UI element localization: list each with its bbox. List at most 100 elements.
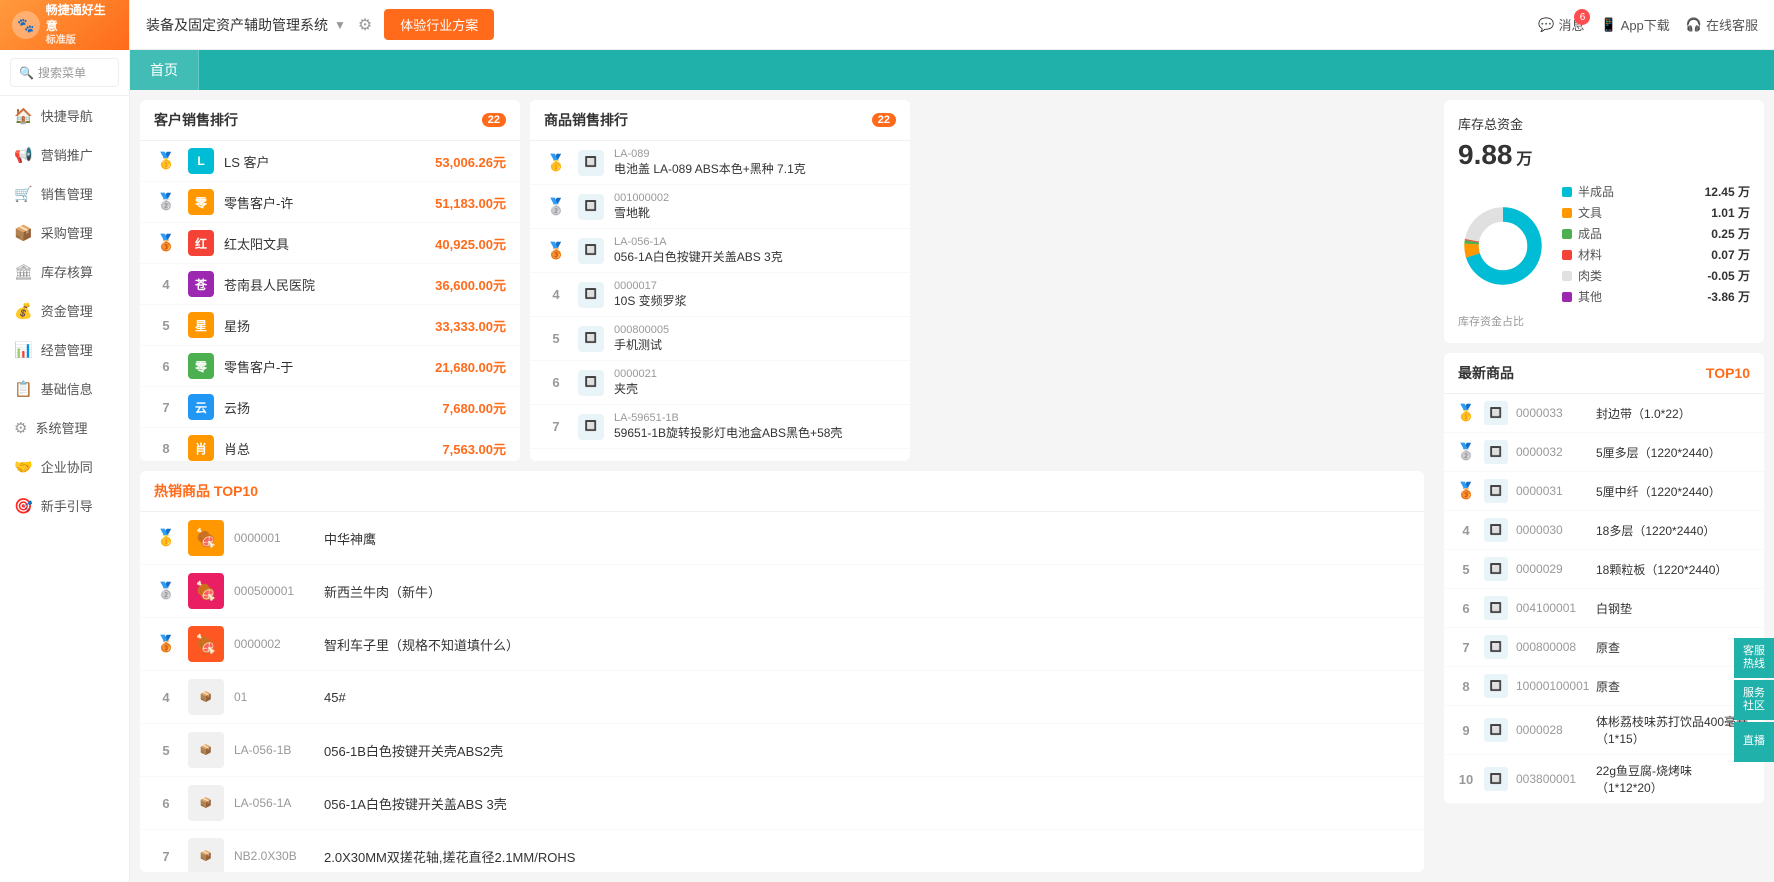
hot-product-item: 🥇 🍖 0000001 中华神鹰 (140, 512, 1424, 565)
hot-products-list: 🥇 🍖 0000001 中华神鹰 🥈 🍖 000500001 新西兰牛肉（新牛）… (140, 512, 1424, 872)
right-sidebar: 库存总资金 9.88 万 (1434, 90, 1774, 882)
legend-item: 文具 1.01 万 (1562, 204, 1750, 221)
sidebar-item-经营管理[interactable]: 📊经营管理 (0, 330, 129, 369)
rank-medal: 4 (154, 277, 178, 292)
inventory-panel: 库存总资金 9.88 万 (1444, 100, 1764, 343)
tab-home[interactable]: 首页 (130, 50, 199, 90)
product-code: 0000030 (1516, 523, 1588, 537)
rank-medal: 🥉 (1456, 481, 1476, 501)
rank-medal: 6 (154, 359, 178, 374)
nav-icon: 📦 (14, 224, 33, 242)
dropdown-arrow-icon: ▼ (334, 18, 346, 32)
legend-item: 半成品 12.45 万 (1562, 183, 1750, 200)
customer-name: 云扬 (224, 398, 432, 417)
logo-text: 畅捷通好生意 标准版 (46, 3, 117, 47)
trial-button[interactable]: 体验行业方案 (384, 9, 494, 40)
legend-label: 文具 (1578, 204, 1705, 221)
rank-medal: 🥇 (154, 528, 178, 548)
float-service-community[interactable]: 服务社区 (1734, 680, 1774, 720)
rank-medal: 🥉 (154, 233, 178, 253)
sidebar-item-销售管理[interactable]: 🛒销售管理 (0, 174, 129, 213)
avatar: 零 (188, 189, 214, 215)
product-name: 056-1A白色按键开关盖ABS 3克 (614, 248, 896, 265)
newest-products-header: 最新商品 TOP10 (1444, 353, 1764, 394)
settings-icon[interactable]: ⚙ (358, 15, 372, 35)
customer-rank-item: 🥈 零 零售客户-许 51,183.00元 (140, 182, 520, 223)
float-customer-service[interactable]: 客服热线 (1734, 638, 1774, 678)
product-icon: 🔲 (1484, 479, 1508, 503)
rank-medal: 4 (544, 287, 568, 302)
legend-label: 其他 (1578, 288, 1701, 305)
product-code: 000800005 (614, 324, 896, 336)
product-rank-item: 5 🔲 000800005 手机测试 (530, 317, 910, 361)
legend-item: 其他 -3.86 万 (1562, 288, 1750, 305)
newest-product-item: 🥉 🔲 0000031 5厘中纤（1220*2440） (1444, 472, 1764, 511)
product-rank-item: 🥉 🔲 LA-056-1A 056-1A白色按键开关盖ABS 3克 (530, 229, 910, 273)
rank-medal: 4 (1456, 523, 1476, 538)
product-name: 体彬荔枝味苏打饮品400毫升（1*15） (1596, 713, 1752, 747)
sidebar-item-系统管理[interactable]: ⚙系统管理 (0, 408, 129, 447)
newest-products-list: 🥇 🔲 0000033 封边带（1.0*22） 🥈 🔲 0000032 5厘多层… (1444, 394, 1764, 804)
legend-label: 成品 (1578, 225, 1705, 242)
product-name: 中华神鹰 (324, 529, 1410, 548)
rank-medal: 🥉 (544, 241, 568, 261)
sidebar-item-快捷导航[interactable]: 🏠快捷导航 (0, 96, 129, 135)
rank-medal: 5 (1456, 562, 1476, 577)
headset-icon: 🎧 (1686, 17, 1702, 33)
product-ranking-panel: 商品销售排行 22 🥇 🔲 LA-089 电池盖 LA-089 ABS本色+黑种… (530, 100, 910, 461)
mobile-icon: 📱 (1600, 17, 1616, 33)
product-code: 001000002 (614, 192, 896, 204)
product-code: LA-089 (614, 148, 896, 160)
sidebar-item-资金管理[interactable]: 💰资金管理 (0, 291, 129, 330)
message-icon: 💬 (1538, 17, 1554, 33)
main-panels: 客户销售排行 22 🥇 L LS 客户 53,006.26元 🥈 零 零售客户-… (130, 90, 1434, 882)
product-code: 0000031 (1516, 484, 1588, 498)
product-name: 5厘多层（1220*2440） (1596, 444, 1752, 461)
product-name: 2.0X30MM双搓花轴,搓花直径2.1MM/ROHS (324, 847, 1410, 866)
rank-medal: 6 (154, 796, 178, 811)
sidebar-item-新手引导[interactable]: 🎯新手引导 (0, 486, 129, 525)
rank-medal: 9 (1456, 723, 1476, 738)
product-code: LA-59651-1B (614, 412, 896, 424)
product-icon: 🔲 (1484, 557, 1508, 581)
nav-icon: 🤝 (14, 458, 33, 476)
product-code: 0000001 (234, 531, 314, 545)
product-name: 22g鱼豆腐-烧烤味（1*12*20） (1596, 762, 1752, 796)
hot-products-panel: 热销商品 TOP10 🥇 🍖 0000001 中华神鹰 🥈 🍖 00050000… (140, 471, 1424, 872)
sidebar-item-基础信息[interactable]: 📋基础信息 (0, 369, 129, 408)
message-button[interactable]: 💬 消息 6 (1538, 15, 1584, 34)
nav-icon: 🛒 (14, 185, 33, 203)
sidebar-item-企业协同[interactable]: 🤝企业协同 (0, 447, 129, 486)
legend-dot (1562, 208, 1572, 218)
rank-medal: 🥇 (154, 151, 178, 171)
product-icon: 🔲 (1484, 718, 1508, 742)
product-icon: 🔲 (1484, 674, 1508, 698)
newest-product-item: 4 🔲 0000030 18多层（1220*2440） (1444, 511, 1764, 550)
legend-item: 成品 0.25 万 (1562, 225, 1750, 242)
float-livestream[interactable]: 直播 (1734, 722, 1774, 762)
product-icon: 🔲 (1484, 635, 1508, 659)
legend-dot (1562, 271, 1572, 281)
newest-products-panel: 最新商品 TOP10 🥇 🔲 0000033 封边带（1.0*22） 🥈 🔲 0… (1444, 353, 1764, 804)
customer-rank-item: 6 零 零售客户-于 21,680.00元 (140, 346, 520, 387)
avatar: 零 (188, 353, 214, 379)
hot-product-item: 6 📦 LA-056-1A 056-1A白色按键开关盖ABS 3壳 (140, 777, 1424, 830)
hot-product-item: 🥉 🍖 0000002 智利车子里（规格不知道填什么） (140, 618, 1424, 671)
sidebar-item-库存核算[interactable]: 🏛库存核算 (0, 252, 129, 291)
page-tabs: 首页 (130, 50, 1774, 90)
search-menu-button[interactable]: 🔍 搜索菜单 (10, 58, 119, 87)
customer-rank-item: 🥇 L LS 客户 53,006.26元 (140, 141, 520, 182)
legend-label: 肉类 (1578, 267, 1701, 284)
sidebar-item-营销推广[interactable]: 📢营销推广 (0, 135, 129, 174)
sidebar-item-采购管理[interactable]: 📦采购管理 (0, 213, 129, 252)
online-service-button[interactable]: 🎧 在线客服 (1686, 15, 1758, 34)
product-name: 原查 (1596, 678, 1752, 695)
customer-name: LS 客户 (224, 152, 425, 171)
app-download-button[interactable]: 📱 App下载 (1600, 15, 1669, 34)
topbar-right: 💬 消息 6 📱 App下载 🎧 在线客服 (1538, 15, 1758, 34)
logo-icon: 🐾 (12, 11, 40, 39)
avatar: 红 (188, 230, 214, 256)
product-rank-item: 4 🔲 0000017 10S 变频罗浆 (530, 273, 910, 317)
customer-rank-item: 🥉 红 红太阳文具 40,925.00元 (140, 223, 520, 264)
customer-value: 40,925.00元 (435, 234, 506, 253)
